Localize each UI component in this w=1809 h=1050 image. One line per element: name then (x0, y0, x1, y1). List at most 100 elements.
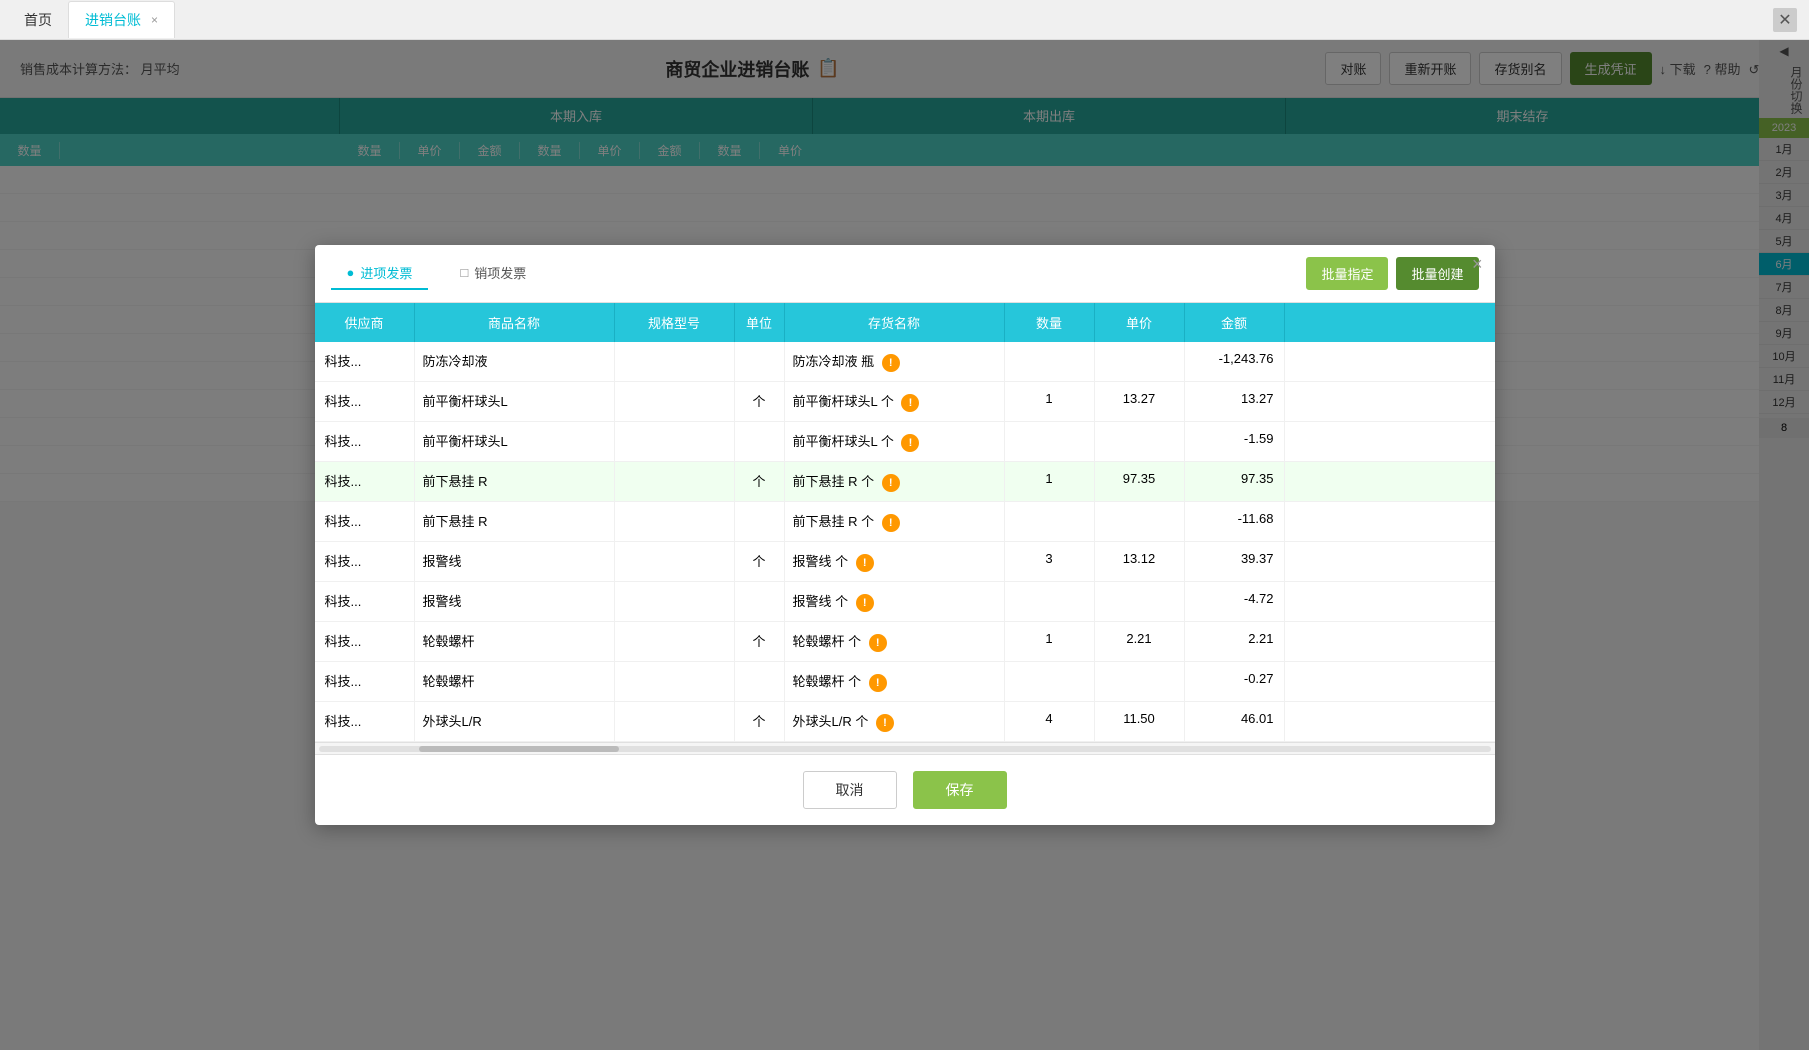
cell-inventory-name: 防冻冷却液 瓶 ! (785, 342, 1005, 381)
cell-unit: 个 (735, 462, 785, 501)
col-amount: 金额 (1185, 303, 1285, 342)
table-row[interactable]: 科技... 报警线 个 报警线 个 ! 3 13.12 39.37 (315, 542, 1495, 582)
batch-create-button[interactable]: 批量创建 (1396, 257, 1478, 290)
cell-amount: -1,243.76 (1185, 342, 1285, 381)
cell-supplier: 科技... (315, 662, 415, 701)
col-spec: 规格型号 (615, 303, 735, 342)
tab-invoice-in[interactable]: ● 进项发票 (331, 257, 429, 290)
cell-unit: 个 (735, 382, 785, 421)
cell-inventory-name: 外球头L/R 个 ! (785, 702, 1005, 741)
cell-unit-price (1095, 422, 1185, 461)
col-inventory-name: 存货名称 (785, 303, 1005, 342)
cell-unit (735, 342, 785, 381)
invoice-in-icon: ● (347, 265, 355, 280)
cell-supplier: 科技... (315, 622, 415, 661)
cell-quantity (1005, 422, 1095, 461)
modal-table-header: 供应商 商品名称 规格型号 单位 存货名称 数量 单价 金额 (315, 303, 1495, 342)
cell-amount: 97.35 (1185, 462, 1285, 501)
cell-amount: -11.68 (1185, 502, 1285, 541)
cell-spec (615, 502, 735, 541)
table-row[interactable]: 科技... 前平衡杆球头L 前平衡杆球头L 个 ! -1.59 (315, 422, 1495, 462)
table-row[interactable]: 科技... 报警线 报警线 个 ! -4.72 (315, 582, 1495, 622)
cell-supplier: 科技... (315, 382, 415, 421)
cell-supplier: 科技... (315, 422, 415, 461)
tab-invoice-out[interactable]: □ 销项发票 (444, 257, 542, 290)
table-row[interactable]: 科技... 轮毂螺杆 个 轮毂螺杆 个 ! 1 2.21 2.21 (315, 622, 1495, 662)
cell-spec (615, 702, 735, 741)
tab-close-icon[interactable]: × (151, 13, 158, 27)
cell-unit-price: 13.12 (1095, 542, 1185, 581)
cell-spec (615, 582, 735, 621)
scrollbar-thumb[interactable] (419, 746, 619, 752)
cell-unit-price: 13.27 (1095, 382, 1185, 421)
cell-spec (615, 542, 735, 581)
table-row[interactable]: 科技... 外球头L/R 个 外球头L/R 个 ! 4 11.50 46.01 (315, 702, 1495, 742)
cell-product-name: 报警线 (415, 582, 615, 621)
cell-inventory-name: 前下悬挂 R 个 ! (785, 502, 1005, 541)
table-row[interactable]: 科技... 前下悬挂 R 个 前下悬挂 R 个 ! 1 97.35 97.35 (315, 462, 1495, 502)
modal-header: ● 进项发票 □ 销项发票 批量指定 批量创建 × (315, 245, 1495, 303)
warn-icon: ! (882, 514, 900, 532)
tab-invoice-out-label: 销项发票 (474, 263, 526, 282)
scrollbar-track[interactable] (319, 746, 1491, 752)
cell-inventory-name: 报警线 个 ! (785, 542, 1005, 581)
modal-overlay: ● 进项发票 □ 销项发票 批量指定 批量创建 × 供应商 商品名称 规 (0, 40, 1809, 1050)
cell-unit-price (1095, 342, 1185, 381)
cell-amount: -0.27 (1185, 662, 1285, 701)
cell-quantity: 1 (1005, 462, 1095, 501)
cell-quantity (1005, 582, 1095, 621)
cell-quantity: 1 (1005, 382, 1095, 421)
cell-spec (615, 422, 735, 461)
cell-supplier: 科技... (315, 542, 415, 581)
cell-spec (615, 662, 735, 701)
modal-scrollbar[interactable] (315, 742, 1495, 754)
batch-assign-button[interactable]: 批量指定 (1306, 257, 1388, 290)
cell-unit: 个 (735, 542, 785, 581)
save-button[interactable]: 保存 (913, 771, 1007, 809)
cell-unit (735, 422, 785, 461)
cell-product-name: 前下悬挂 R (415, 462, 615, 501)
col-supplier: 供应商 (315, 303, 415, 342)
modal-dialog: ● 进项发票 □ 销项发票 批量指定 批量创建 × 供应商 商品名称 规 (315, 245, 1495, 825)
warn-icon: ! (856, 554, 874, 572)
warn-icon: ! (882, 354, 900, 372)
cell-quantity (1005, 662, 1095, 701)
tab-active[interactable]: 进销台账 × (68, 1, 175, 38)
table-row[interactable]: 科技... 防冻冷却液 防冻冷却液 瓶 ! -1,243.76 (315, 342, 1495, 382)
cell-product-name: 前下悬挂 R (415, 502, 615, 541)
warn-icon: ! (869, 674, 887, 692)
cell-product-name: 防冻冷却液 (415, 342, 615, 381)
cell-unit (735, 582, 785, 621)
cell-amount: 39.37 (1185, 542, 1285, 581)
window-close-button[interactable]: ✕ (1773, 8, 1797, 32)
cell-product-name: 前平衡杆球头L (415, 382, 615, 421)
cell-amount: 2.21 (1185, 622, 1285, 661)
cell-unit (735, 662, 785, 701)
cell-unit (735, 502, 785, 541)
table-row[interactable]: 科技... 前平衡杆球头L 个 前平衡杆球头L 个 ! 1 13.27 13.2… (315, 382, 1495, 422)
warn-icon: ! (901, 434, 919, 452)
table-row[interactable]: 科技... 前下悬挂 R 前下悬挂 R 个 ! -11.68 (315, 502, 1495, 542)
col-unit: 单位 (735, 303, 785, 342)
cell-amount: 46.01 (1185, 702, 1285, 741)
tab-home[interactable]: 首页 (8, 2, 68, 38)
cell-inventory-name: 前平衡杆球头L 个 ! (785, 382, 1005, 421)
modal-close-button[interactable]: × (1472, 255, 1483, 273)
cell-supplier: 科技... (315, 702, 415, 741)
modal-table-body[interactable]: 科技... 防冻冷却液 防冻冷却液 瓶 ! -1,243.76 科技... 前平… (315, 342, 1495, 742)
warn-icon: ! (876, 714, 894, 732)
cell-spec (615, 462, 735, 501)
table-row[interactable]: 科技... 轮毂螺杆 轮毂螺杆 个 ! -0.27 (315, 662, 1495, 702)
tab-bar: 首页 进销台账 × ✕ (0, 0, 1809, 40)
cell-supplier: 科技... (315, 582, 415, 621)
cancel-button[interactable]: 取消 (803, 771, 897, 809)
cell-unit-price: 11.50 (1095, 702, 1185, 741)
cell-product-name: 前平衡杆球头L (415, 422, 615, 461)
cell-product-name: 报警线 (415, 542, 615, 581)
modal-header-actions: 批量指定 批量创建 (1306, 257, 1478, 290)
cell-product-name: 轮毂螺杆 (415, 662, 615, 701)
cell-quantity (1005, 342, 1095, 381)
cell-spec (615, 622, 735, 661)
cell-product-name: 轮毂螺杆 (415, 622, 615, 661)
cell-inventory-name: 前下悬挂 R 个 ! (785, 462, 1005, 501)
